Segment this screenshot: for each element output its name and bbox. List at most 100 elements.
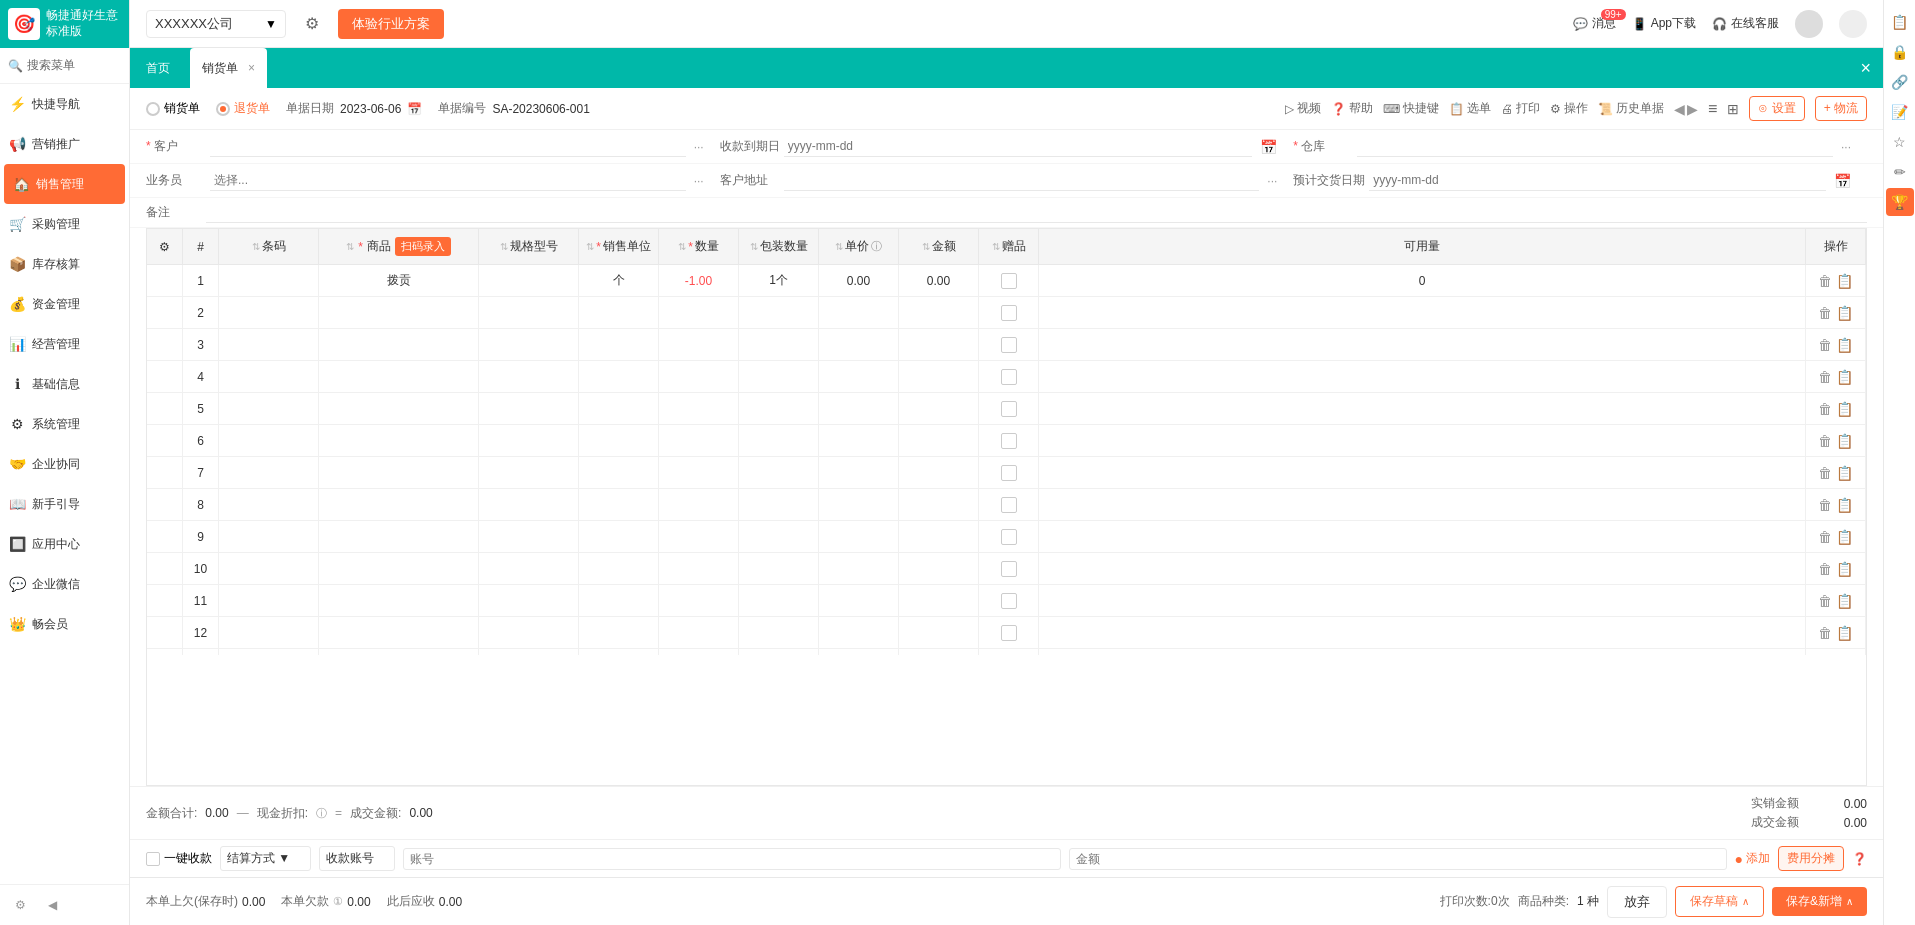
sidebar-item-basic[interactable]: ℹ 基础信息: [0, 364, 129, 404]
td-product[interactable]: [319, 617, 479, 648]
prev-arrow[interactable]: ◀: [1674, 101, 1685, 117]
td-amount[interactable]: [899, 521, 979, 552]
td-pack[interactable]: [739, 585, 819, 616]
account-number-input[interactable]: [403, 848, 1061, 870]
delete-icon[interactable]: 🗑: [1818, 497, 1832, 513]
service-btn[interactable]: 🎧 在线客服: [1712, 15, 1779, 32]
td-spec[interactable]: [479, 393, 579, 424]
td-qty[interactable]: [659, 649, 739, 655]
shortcut-btn[interactable]: ⌨ 快捷键: [1383, 100, 1439, 117]
copy-icon[interactable]: 📋: [1836, 625, 1853, 641]
td-price[interactable]: [819, 617, 899, 648]
td-unit[interactable]: [579, 617, 659, 648]
app-download-btn[interactable]: 📱 App下载: [1632, 15, 1696, 32]
float-edit-icon[interactable]: ✏: [1886, 158, 1914, 186]
copy-icon[interactable]: 📋: [1836, 273, 1853, 289]
gift-checkbox[interactable]: [1001, 561, 1017, 577]
td-amount[interactable]: [899, 361, 979, 392]
td-pack[interactable]: [739, 297, 819, 328]
remark-input[interactable]: [206, 202, 1867, 223]
history-btn[interactable]: 📜 历史单据: [1598, 100, 1664, 117]
gift-checkbox[interactable]: [1001, 529, 1017, 545]
td-price[interactable]: [819, 585, 899, 616]
td-pack[interactable]: 1个: [739, 265, 819, 296]
sidebar-search[interactable]: 🔍 搜索菜单: [0, 48, 129, 84]
td-price[interactable]: [819, 649, 899, 655]
address-input[interactable]: [784, 170, 1260, 191]
copy-icon[interactable]: 📋: [1836, 593, 1853, 609]
message-btn[interactable]: 💬 消息 99+: [1573, 15, 1616, 32]
td-spec[interactable]: [479, 521, 579, 552]
delete-icon[interactable]: 🗑: [1818, 273, 1832, 289]
close-all-icon[interactable]: ×: [1860, 58, 1871, 78]
td-amount[interactable]: [899, 393, 979, 424]
td-qty[interactable]: [659, 521, 739, 552]
td-price[interactable]: [819, 297, 899, 328]
amount-input[interactable]: [1069, 848, 1727, 870]
td-spec[interactable]: [479, 329, 579, 360]
gift-checkbox[interactable]: [1001, 273, 1017, 289]
td-gift[interactable]: [979, 649, 1039, 655]
customer-input[interactable]: [210, 136, 686, 157]
td-product[interactable]: [319, 521, 479, 552]
td-qty[interactable]: [659, 617, 739, 648]
setting-button[interactable]: ⊙ 设置: [1749, 96, 1804, 121]
gift-checkbox[interactable]: [1001, 497, 1017, 513]
sidebar-item-system[interactable]: ⚙ 系统管理: [0, 404, 129, 444]
td-pack[interactable]: [739, 393, 819, 424]
one-click-checkbox[interactable]: [146, 852, 160, 866]
td-unit[interactable]: [579, 457, 659, 488]
td-pack[interactable]: [739, 553, 819, 584]
collapse-icon[interactable]: ◀: [40, 893, 64, 917]
td-pack[interactable]: [739, 521, 819, 552]
abandon-button[interactable]: 放弃: [1607, 886, 1667, 918]
td-qty[interactable]: [659, 425, 739, 456]
copy-icon[interactable]: 📋: [1836, 529, 1853, 545]
sidebar-item-inventory[interactable]: 📦 库存核算: [0, 244, 129, 284]
td-qty[interactable]: [659, 489, 739, 520]
copy-icon[interactable]: 📋: [1836, 465, 1853, 481]
td-barcode[interactable]: [219, 361, 319, 392]
td-pack[interactable]: [739, 425, 819, 456]
th-setting[interactable]: ⚙: [147, 229, 183, 264]
td-amount[interactable]: [899, 297, 979, 328]
float-link-icon[interactable]: 🔗: [1886, 68, 1914, 96]
td-amount[interactable]: [899, 425, 979, 456]
copy-icon[interactable]: 📋: [1836, 497, 1853, 513]
copy-icon[interactable]: 📋: [1836, 305, 1853, 321]
td-price[interactable]: [819, 553, 899, 584]
td-unit[interactable]: [579, 489, 659, 520]
td-product[interactable]: [319, 649, 479, 655]
td-price[interactable]: 0.00: [819, 265, 899, 296]
td-barcode[interactable]: [219, 521, 319, 552]
td-barcode[interactable]: [219, 553, 319, 584]
th-amount[interactable]: ⇅ 金额: [899, 229, 979, 264]
copy-icon[interactable]: 📋: [1836, 433, 1853, 449]
td-unit[interactable]: [579, 521, 659, 552]
td-amount[interactable]: [899, 649, 979, 655]
td-gift[interactable]: [979, 457, 1039, 488]
copy-icon[interactable]: 📋: [1836, 369, 1853, 385]
tab-close-icon[interactable]: ×: [248, 61, 255, 75]
avatar[interactable]: [1795, 10, 1823, 38]
save-new-button[interactable]: 保存&新增 ∧: [1772, 887, 1867, 916]
float-lock-icon[interactable]: 🔒: [1886, 38, 1914, 66]
td-product[interactable]: [319, 393, 479, 424]
sidebar-item-wechat[interactable]: 💬 企业微信: [0, 564, 129, 604]
address-dots[interactable]: ···: [1267, 174, 1277, 188]
sidebar-item-finance[interactable]: 💰 资金管理: [0, 284, 129, 324]
warehouse-dots[interactable]: ···: [1841, 140, 1851, 154]
td-pack[interactable]: [739, 329, 819, 360]
sidebar-item-collab[interactable]: 🤝 企业协同: [0, 444, 129, 484]
td-pack[interactable]: [739, 361, 819, 392]
td-unit[interactable]: [579, 393, 659, 424]
td-barcode[interactable]: [219, 393, 319, 424]
td-spec[interactable]: [479, 265, 579, 296]
td-barcode[interactable]: [219, 297, 319, 328]
delete-icon[interactable]: 🗑: [1818, 305, 1832, 321]
gift-checkbox[interactable]: [1001, 369, 1017, 385]
sidebar-item-appstore[interactable]: 🔲 应用中心: [0, 524, 129, 564]
sidebar-item-purchase[interactable]: 🛒 采购管理: [0, 204, 129, 244]
td-unit[interactable]: [579, 361, 659, 392]
td-price[interactable]: [819, 489, 899, 520]
